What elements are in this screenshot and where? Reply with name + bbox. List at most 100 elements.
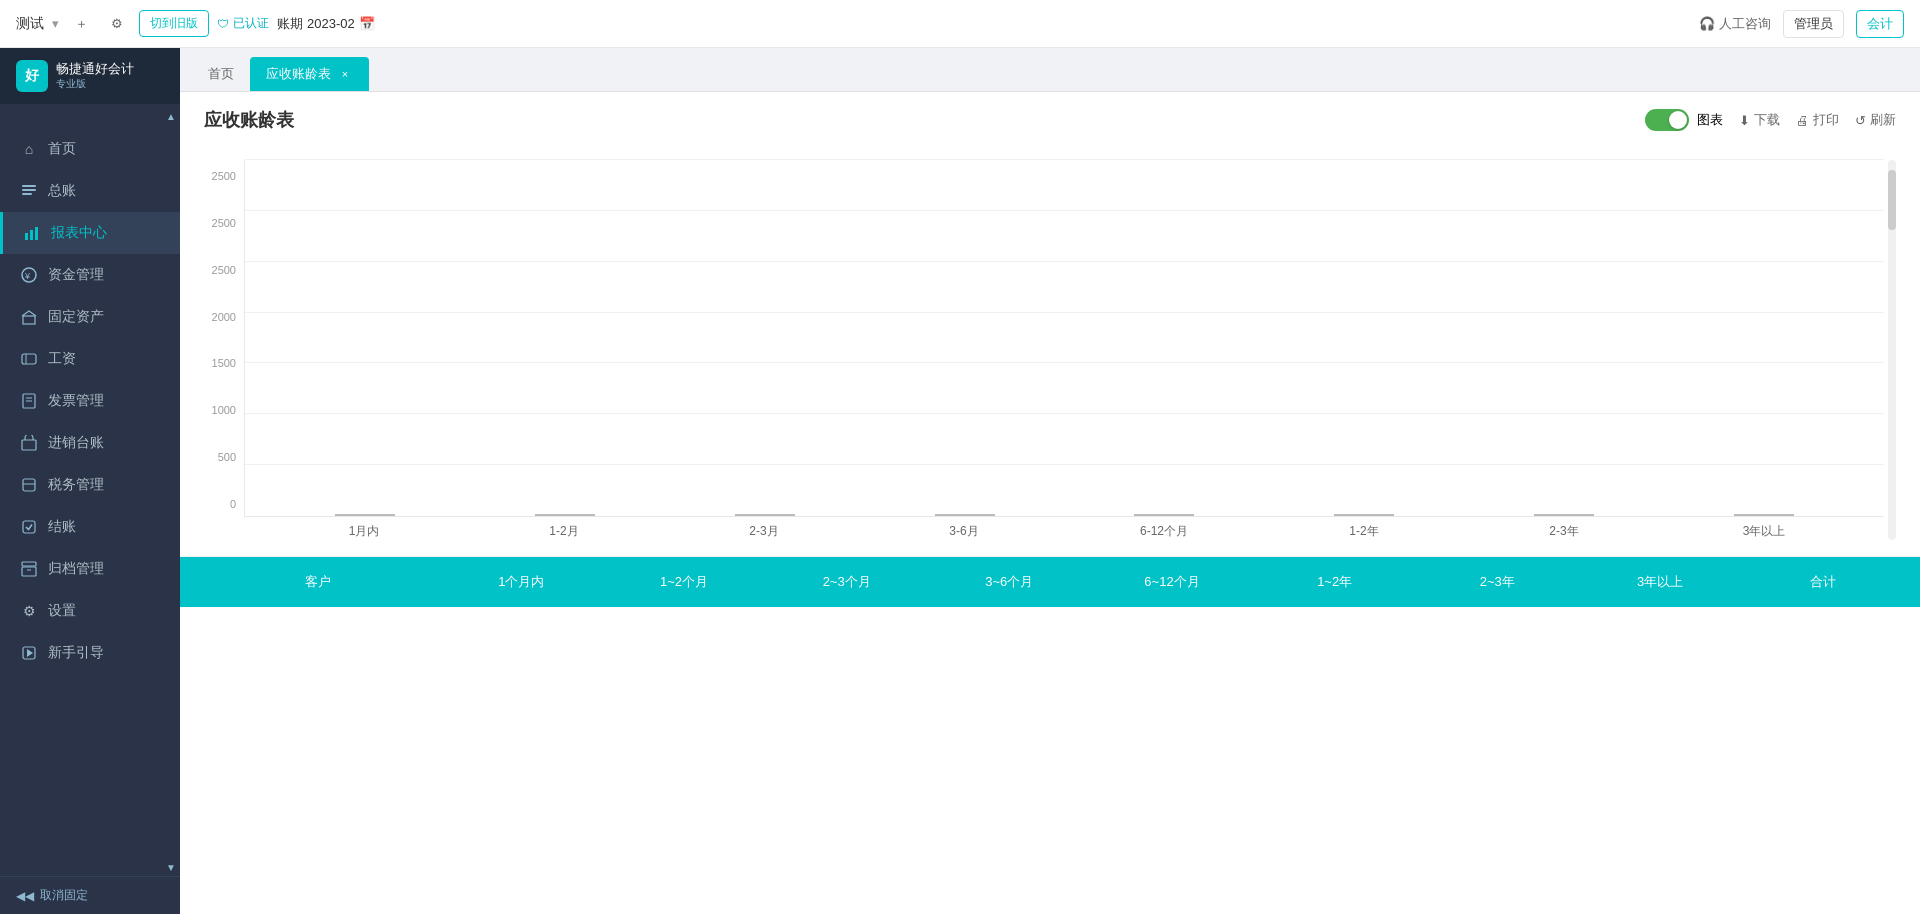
headset-icon: 🎧: [1699, 16, 1715, 31]
sidebar-item-tax[interactable]: 税务管理: [0, 464, 180, 506]
print-btn[interactable]: 🖨 打印: [1796, 111, 1839, 129]
download-btn[interactable]: ⬇ 下载: [1739, 111, 1780, 129]
y-label-2500b: 2500: [212, 217, 236, 229]
scroll-up-btn[interactable]: ▲: [166, 111, 176, 122]
y-label-2000: 2000: [212, 311, 236, 323]
sidebar: 好 畅捷通好会计 专业版 ▲ ⌂ 首页 总账: [0, 48, 180, 914]
sidebar-label-salary: 工资: [48, 350, 76, 368]
svg-rect-15: [23, 479, 35, 491]
x-label-2-3m: 2-3月: [734, 523, 794, 540]
tax-icon: [20, 476, 38, 494]
x-label-1-2m: 1-2月: [534, 523, 594, 540]
chart-scrollbar[interactable]: [1888, 160, 1896, 540]
sidebar-item-assets[interactable]: 固定资产: [0, 296, 180, 338]
sidebar-item-salary[interactable]: 工资: [0, 338, 180, 380]
svg-rect-1: [22, 189, 36, 191]
bar-1-2y: [1334, 514, 1394, 516]
sidebar-label-closing: 结账: [48, 518, 76, 536]
bar-group-3y-plus: [1734, 514, 1794, 516]
shield-icon: 🛡: [217, 17, 229, 31]
bar-3-6m: [935, 514, 995, 516]
y-label-2500c: 2500: [212, 264, 236, 276]
sidebar-item-closing[interactable]: 结账: [0, 506, 180, 548]
toggle-track[interactable]: [1645, 109, 1689, 131]
chart-grid-area: [244, 160, 1884, 517]
sidebar-item-archive[interactable]: 归档管理: [0, 548, 180, 590]
th-6-12m: 6~12个月: [1091, 557, 1254, 607]
sidebar-item-ledger[interactable]: 总账: [0, 170, 180, 212]
sidebar-item-stock[interactable]: 进销台账: [0, 422, 180, 464]
svg-rect-19: [22, 567, 36, 576]
svg-rect-9: [22, 354, 36, 364]
home-icon: ⌂: [20, 140, 38, 158]
tab-home[interactable]: 首页: [192, 57, 250, 91]
topbar-right: 🎧 人工咨询 管理员 会计: [1699, 10, 1904, 38]
bar-group-3-6m: [935, 514, 995, 516]
chart-toggle[interactable]: 图表: [1645, 109, 1723, 131]
chart-body: 1月内 1-2月 2-3月 3-6月 6-12个月 1-2年 2-3年 3年以上: [244, 160, 1884, 540]
sidebar-label-settings: 设置: [48, 602, 76, 620]
consult-btn[interactable]: 🎧 人工咨询: [1699, 15, 1771, 33]
sidebar-label-tax: 税务管理: [48, 476, 104, 494]
tab-close-btn[interactable]: ×: [337, 66, 353, 82]
sidebar-logo: 好 畅捷通好会计 专业版: [0, 48, 180, 104]
page-actions: 图表 ⬇ 下载 🖨 打印 ↺ 刷新: [1645, 109, 1896, 131]
certified-badge: 🛡 已认证: [217, 15, 269, 32]
settings-sidebar-icon: ⚙: [20, 602, 38, 620]
svg-rect-5: [35, 227, 38, 240]
settings-icon[interactable]: ⚙: [103, 10, 131, 38]
bar-group-1m: [335, 514, 395, 516]
table-header: 客户 1个月内 1~2个月 2~3个月 3~6个月 6~12个月 1~2年 2~…: [180, 557, 1920, 607]
tab-aging[interactable]: 应收账龄表 ×: [250, 57, 369, 91]
sidebar-label-stock: 进销台账: [48, 434, 104, 452]
bar-group-1-2y: [1334, 514, 1394, 516]
reports-icon: [23, 224, 41, 242]
app-edition: 专业版: [56, 77, 134, 91]
chart-wrapper: 2500 2500 2500 2000 1500 1000 500 0: [204, 160, 1896, 540]
sidebar-item-guide[interactable]: 新手引导: [0, 632, 180, 674]
scroll-down-btn[interactable]: ▼: [166, 862, 176, 873]
topbar: 测试 ▾ ＋ ⚙ 切到旧版 🛡 已认证 账期 2023-02 📅 🎧 人工咨询 …: [0, 0, 1920, 48]
sidebar-label-guide: 新手引导: [48, 644, 104, 662]
sidebar-label-ledger: 总账: [48, 182, 76, 200]
x-label-1m: 1月内: [334, 523, 394, 540]
chart-scrollbar-thumb: [1888, 170, 1896, 230]
y-label-500: 500: [218, 451, 236, 463]
th-2-3m: 2~3个月: [765, 557, 928, 607]
workspace-dropdown-icon[interactable]: ▾: [52, 16, 59, 31]
svg-rect-14: [22, 440, 36, 450]
calendar-icon[interactable]: 📅: [359, 16, 375, 31]
page-inner: 应收账龄表 图表 ⬇ 下载 🖨: [180, 92, 1920, 914]
page-content: 应收账龄表 图表 ⬇ 下载 🖨: [180, 92, 1920, 914]
manager-btn[interactable]: 管理员: [1783, 10, 1844, 38]
sidebar-item-invoice[interactable]: 发票管理: [0, 380, 180, 422]
chart-y-axis: 2500 2500 2500 2000 1500 1000 500 0: [204, 160, 244, 540]
sidebar-item-funds[interactable]: ¥ 资金管理: [0, 254, 180, 296]
switch-version-btn[interactable]: 切到旧版: [139, 10, 209, 37]
cancel-pin-btn[interactable]: ◀◀ 取消固定: [0, 876, 180, 914]
sidebar-item-settings[interactable]: ⚙ 设置: [0, 590, 180, 632]
funds-icon: ¥: [20, 266, 38, 284]
sidebar-label-funds: 资金管理: [48, 266, 104, 284]
bar-2-3m: [735, 514, 795, 516]
sidebar-label-invoice: 发票管理: [48, 392, 104, 410]
y-label-2500a: 2500: [212, 170, 236, 182]
tab-home-label: 首页: [208, 65, 234, 83]
invoice-icon: [20, 392, 38, 410]
sidebar-item-home[interactable]: ⌂ 首页: [0, 128, 180, 170]
bar-2-3y: [1534, 514, 1594, 516]
add-workspace-btn[interactable]: ＋: [67, 10, 95, 38]
page-header: 应收账龄表 图表 ⬇ 下载 🖨: [180, 92, 1920, 144]
bar-group-6-12m: [1134, 514, 1194, 516]
bar-group-2-3m: [735, 514, 795, 516]
accountant-btn[interactable]: 会计: [1856, 10, 1904, 38]
stock-icon: [20, 434, 38, 452]
refresh-btn[interactable]: ↺ 刷新: [1855, 111, 1896, 129]
y-label-1500: 1500: [212, 357, 236, 369]
tab-bar: 首页 应收账龄表 × ✕ ⤢: [180, 48, 1920, 92]
bars-container: [245, 160, 1884, 516]
sidebar-item-reports[interactable]: 报表中心: [0, 212, 180, 254]
logo-icon: 好: [16, 60, 48, 92]
topbar-left: 测试 ▾ ＋ ⚙ 切到旧版 🛡 已认证 账期 2023-02 📅: [16, 10, 1699, 38]
assets-icon: [20, 308, 38, 326]
